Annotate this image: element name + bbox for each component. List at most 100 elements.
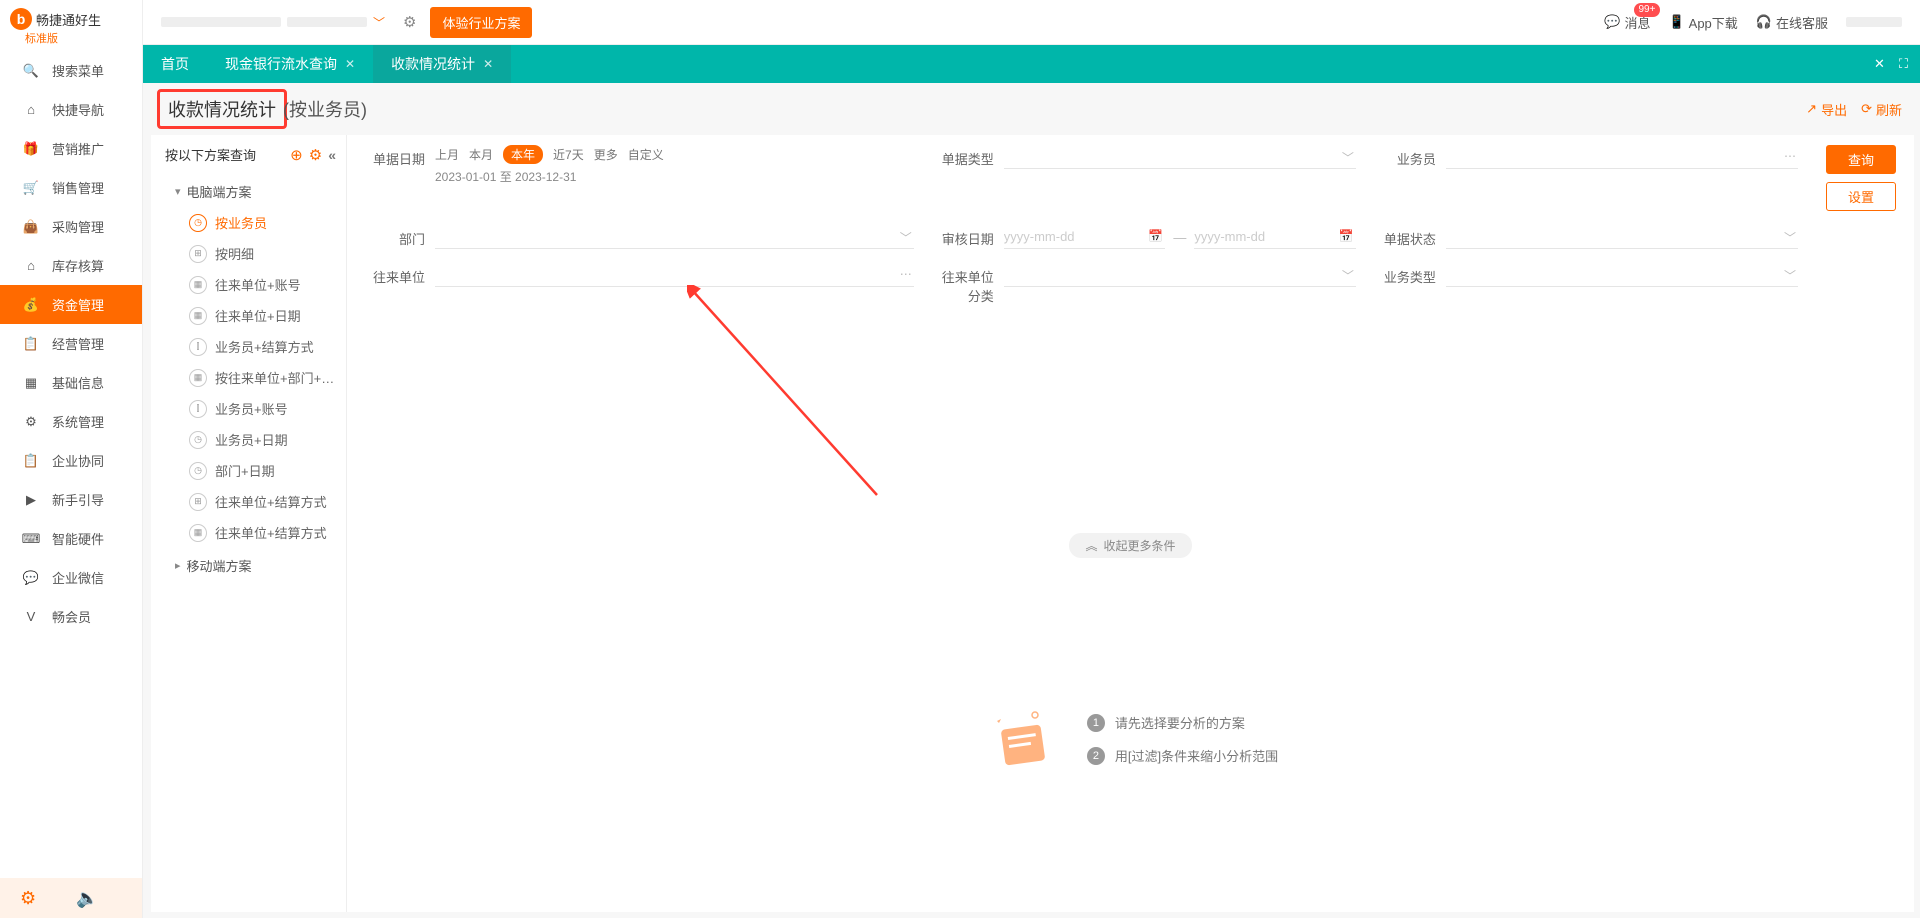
org-selector[interactable]: ﹀ xyxy=(161,14,385,31)
tab-fullscreen-icon[interactable]: ⛶ xyxy=(1899,56,1908,72)
sidebar-item-14[interactable]: V畅会员 xyxy=(0,597,142,636)
date-opt-0[interactable]: 上月 xyxy=(435,146,459,163)
date-separator: — xyxy=(1167,230,1192,245)
chevron-down-icon: ﹀ xyxy=(373,14,385,31)
sidebar-item-9[interactable]: ⚙系统管理 xyxy=(0,402,142,441)
biz-type-select[interactable] xyxy=(1446,263,1798,287)
headset-icon: 🎧 xyxy=(1756,14,1772,30)
label-audit-date: 审核日期 xyxy=(934,225,1004,248)
play-icon: ▶ xyxy=(22,491,40,509)
msg-btn[interactable]: 💬 消息 99+ xyxy=(1604,13,1650,32)
sidebar-item-7[interactable]: 📋经营管理 xyxy=(0,324,142,363)
scheme-icon: ▦ xyxy=(189,369,207,387)
sound-icon[interactable]: 🔈 xyxy=(76,888,98,909)
scheme-group-0[interactable]: 电脑端方案 xyxy=(151,174,346,207)
date-range-options: 上月本月本年近7天更多自定义 xyxy=(435,145,914,164)
scheme-item-0-5[interactable]: ▦按往来单位+部门+收... xyxy=(151,362,346,393)
date-opt-4[interactable]: 更多 xyxy=(594,146,618,163)
logo-area: b 畅捷通好生 标准版 xyxy=(0,0,142,45)
date-opt-2[interactable]: 本年 xyxy=(503,145,543,164)
label-bill-status: 单据状态 xyxy=(1376,225,1446,248)
logo-icon: b xyxy=(10,8,32,30)
scheme-icon: ⊞ xyxy=(189,493,207,511)
bag-icon: 👜 xyxy=(22,218,40,236)
industry-btn[interactable]: 体验行业方案 xyxy=(430,7,532,38)
salesman-input[interactable] xyxy=(1446,145,1798,169)
label-salesman: 业务员 xyxy=(1376,145,1446,168)
calendar-icon[interactable]: 📅 xyxy=(1339,229,1354,243)
scheme-item-0-2[interactable]: ▦往来单位+账号 xyxy=(151,269,346,300)
date-opt-5[interactable]: 自定义 xyxy=(628,146,664,163)
bill-status-select[interactable] xyxy=(1446,225,1798,249)
scheme-icon: ⊞ xyxy=(189,245,207,263)
tab-close-all-icon[interactable]: ✕ xyxy=(1874,56,1885,72)
step-number: 2 xyxy=(1087,747,1105,765)
sidebar-item-0[interactable]: 🔍搜索菜单 xyxy=(0,51,142,90)
scheme-item-0-10[interactable]: ▦往来单位+结算方式 xyxy=(151,517,346,548)
chevron-down-icon: ﹀ xyxy=(1342,149,1354,166)
sidebar-item-6[interactable]: 💰资金管理 xyxy=(0,285,142,324)
scheme-icon: ⫿ xyxy=(189,400,207,418)
sidebar-item-11[interactable]: ▶新手引导 xyxy=(0,480,142,519)
hint-step-1: 1 请先选择要分析的方案 xyxy=(1087,713,1278,732)
scheme-item-0-0[interactable]: ◷按业务员 xyxy=(151,207,346,238)
date-opt-3[interactable]: 近7天 xyxy=(553,146,584,163)
dept-select[interactable] xyxy=(435,225,914,249)
scheme-group-1[interactable]: 移动端方案 xyxy=(151,548,346,581)
msg-badge: 99+ xyxy=(1634,3,1661,17)
sidebar-item-12[interactable]: ⌨智能硬件 xyxy=(0,519,142,558)
bill-type-select[interactable] xyxy=(1004,145,1356,169)
settings-icon[interactable]: ⚙ xyxy=(20,888,36,909)
tab-0[interactable]: 首页 xyxy=(143,45,207,83)
calendar-icon[interactable]: 📅 xyxy=(1148,229,1163,243)
more-icon[interactable]: ⋯ xyxy=(1784,149,1796,163)
scheme-item-0-7[interactable]: ◷业务员+日期 xyxy=(151,424,346,455)
tab-1[interactable]: 现金银行流水查询✕ xyxy=(207,45,373,83)
date-opt-1[interactable]: 本月 xyxy=(469,146,493,163)
sidebar-item-10[interactable]: 📋企业协同 xyxy=(0,441,142,480)
money-icon: 💰 xyxy=(22,296,40,314)
main-area: ﹀ ⚙ 体验行业方案 💬 消息 99+ 📱 App下载 🎧 在线客服 xyxy=(143,0,1920,918)
chevron-down-icon: ﹀ xyxy=(900,229,912,246)
top-gear-icon[interactable]: ⚙ xyxy=(403,13,416,31)
export-btn[interactable]: ↗导出 xyxy=(1806,100,1847,119)
audit-date-to[interactable] xyxy=(1194,225,1356,249)
scheme-gear-icon[interactable]: ⚙ xyxy=(309,146,322,164)
partner-cat-select[interactable] xyxy=(1004,263,1356,287)
scheme-header: 按以下方案查询 ⊕ ⚙ « xyxy=(151,135,346,174)
scheme-item-0-1[interactable]: ⊞按明细 xyxy=(151,238,346,269)
sidebar-item-1[interactable]: ⌂快捷导航 xyxy=(0,90,142,129)
tab-close-icon[interactable]: ✕ xyxy=(345,57,355,71)
app-download-btn[interactable]: 📱 App下载 xyxy=(1668,13,1737,32)
scheme-item-0-8[interactable]: ◷部门+日期 xyxy=(151,455,346,486)
sidebar-item-8[interactable]: ▦基础信息 xyxy=(0,363,142,402)
scheme-icon: ◷ xyxy=(189,214,207,232)
more-icon[interactable]: ⋯ xyxy=(900,267,912,281)
scheme-item-0-9[interactable]: ⊞往来单位+结算方式 xyxy=(151,486,346,517)
scheme-item-0-6[interactable]: ⫿业务员+账号 xyxy=(151,393,346,424)
add-scheme-icon[interactable]: ⊕ xyxy=(290,146,303,164)
scheme-item-0-4[interactable]: ⫿业务员+结算方式 xyxy=(151,331,346,362)
gear-icon: ⚙ xyxy=(22,413,40,431)
label-bill-date: 单据日期 xyxy=(365,145,435,168)
tab-2[interactable]: 收款情况统计✕ xyxy=(373,45,511,83)
tab-close-icon[interactable]: ✕ xyxy=(483,57,493,71)
home-icon: ⌂ xyxy=(22,101,40,119)
audit-date-from[interactable] xyxy=(1004,225,1166,249)
logo-text: 畅捷通好生 xyxy=(36,10,101,29)
sidebar-item-3[interactable]: 🛒销售管理 xyxy=(0,168,142,207)
settings-btn[interactable]: 设置 xyxy=(1826,182,1896,211)
hint-step-2: 2 用[过滤]条件来缩小分析范围 xyxy=(1087,746,1278,765)
query-btn[interactable]: 查询 xyxy=(1826,145,1896,174)
refresh-btn[interactable]: ⟳刷新 xyxy=(1861,100,1902,119)
sidebar-item-4[interactable]: 👜采购管理 xyxy=(0,207,142,246)
sidebar-item-5[interactable]: ⌂库存核算 xyxy=(0,246,142,285)
service-btn[interactable]: 🎧 在线客服 xyxy=(1756,13,1828,32)
link-icon: 📋 xyxy=(22,452,40,470)
partner-input[interactable] xyxy=(435,263,914,287)
scheme-item-0-3[interactable]: ▦往来单位+日期 xyxy=(151,300,346,331)
collapse-filters-btn[interactable]: ︽ 收起更多条件 xyxy=(1069,533,1191,558)
sidebar-item-2[interactable]: 🎁营销推广 xyxy=(0,129,142,168)
sidebar-item-13[interactable]: 💬企业微信 xyxy=(0,558,142,597)
collapse-panel-icon[interactable]: « xyxy=(328,147,336,163)
